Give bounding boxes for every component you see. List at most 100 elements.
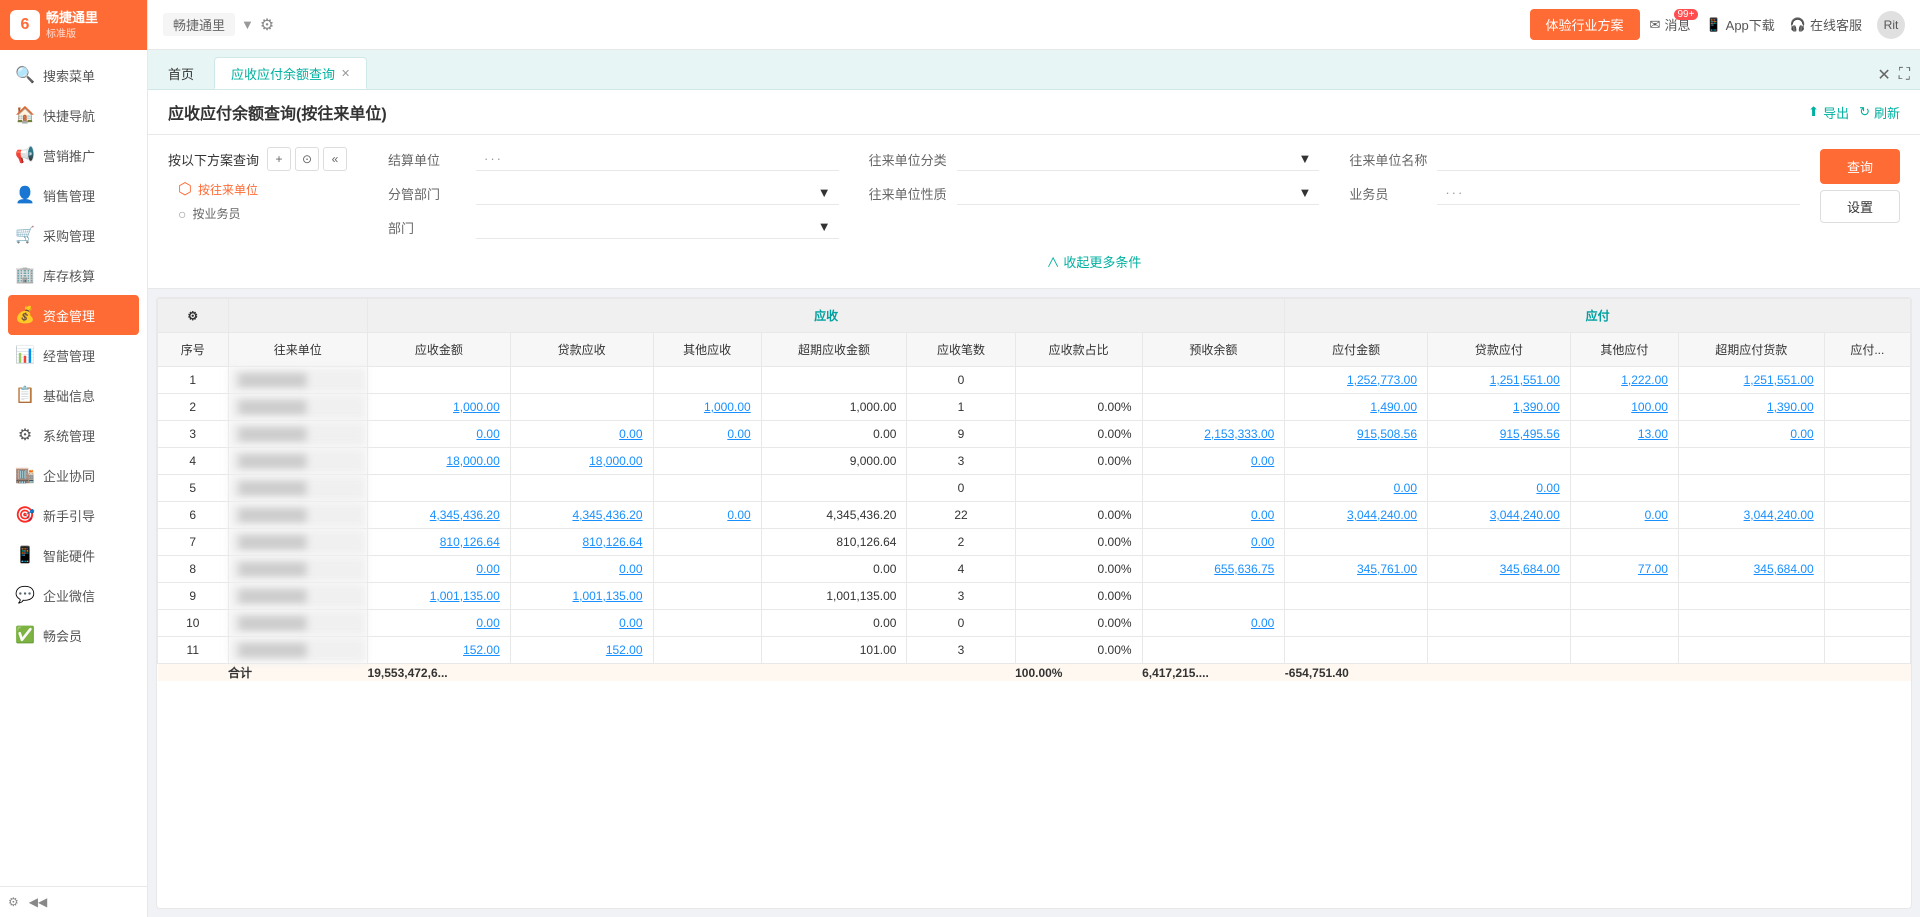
salesperson-input[interactable]: ··· — [1437, 181, 1800, 205]
cell-loan-payable[interactable]: 1,251,551.00 — [1428, 367, 1571, 394]
dept-manager-select[interactable]: ▼ — [476, 181, 839, 205]
cell-other-receive[interactable]: 0.00 — [653, 421, 761, 448]
sidebar-item-basic-info[interactable]: 📋 基础信息 — [0, 375, 147, 415]
settings-button[interactable]: 设置 — [1820, 190, 1900, 223]
scheme-by-salesperson[interactable]: ○ 按业务员 — [178, 205, 368, 222]
cell-loan-receive[interactable]: 0.00 — [510, 421, 653, 448]
cell-loan-receive[interactable]: 18,000.00 — [510, 448, 653, 475]
sidebar-item-sales[interactable]: 👤 销售管理 — [0, 175, 147, 215]
cell-overdue-payable[interactable]: 1,251,551.00 — [1678, 367, 1824, 394]
cell-overdue-payable[interactable]: 3,044,240.00 — [1678, 502, 1824, 529]
cell-loan-payable — [1428, 448, 1571, 475]
tab-bar: 首页 应收应付余额查询 ✕ ✕ ⛶ — [148, 50, 1920, 90]
cell-receive-amount[interactable]: 0.00 — [368, 556, 511, 583]
cell-prepay-balance[interactable]: 2,153,333.00 — [1142, 421, 1285, 448]
messages-btn[interactable]: ✉ 消息 99+ — [1650, 15, 1691, 34]
scheme-by-unit[interactable]: ⬡ 按往来单位 — [178, 179, 368, 199]
cell-loan-receive[interactable]: 0.00 — [510, 610, 653, 637]
cell-payable-amount[interactable]: 1,252,773.00 — [1285, 367, 1428, 394]
cell-other-receive[interactable]: 1,000.00 — [653, 394, 761, 421]
sidebar-item-finance[interactable]: 💰 资金管理 — [8, 295, 139, 335]
cell-receive-amount[interactable]: 1,001,135.00 — [368, 583, 511, 610]
sales-icon: 👤 — [15, 185, 35, 205]
sidebar-item-inventory[interactable]: 🏢 库存核算 — [0, 255, 147, 295]
sidebar-item-purchase[interactable]: 🛒 采购管理 — [0, 215, 147, 255]
tab-close-icon[interactable]: ✕ — [341, 67, 350, 80]
scheme-collapse-btn[interactable]: « — [323, 147, 347, 171]
refresh-btn[interactable]: ↻ 刷新 — [1859, 103, 1900, 122]
add-scheme-btn[interactable]: + — [267, 147, 291, 171]
tab-close-window-icon[interactable]: ✕ — [1877, 65, 1890, 85]
cell-receive-amount[interactable]: 0.00 — [368, 610, 511, 637]
cell-overdue-payable[interactable]: 0.00 — [1678, 421, 1824, 448]
department-select[interactable]: ▼ — [476, 215, 839, 239]
header-gear-icon[interactable]: ⚙ — [260, 15, 274, 35]
sidebar-collapse-btn[interactable]: ◀◀ — [29, 895, 47, 909]
cell-loan-receive[interactable]: 1,001,135.00 — [510, 583, 653, 610]
unit-name-input[interactable] — [1437, 147, 1800, 171]
cell-receive-count: 22 — [907, 502, 1015, 529]
cell-other-payable[interactable]: 0.00 — [1570, 502, 1678, 529]
cell-receive-amount[interactable]: 4,345,436.20 — [368, 502, 511, 529]
online-service-btn[interactable]: 🎧 在线客服 — [1790, 15, 1862, 34]
cell-other-receive[interactable]: 0.00 — [653, 502, 761, 529]
settlement-unit-input[interactable]: ··· — [476, 147, 839, 171]
sidebar-item-guide[interactable]: 🎯 新手引导 — [0, 495, 147, 535]
cell-loan-receive[interactable]: 152.00 — [510, 637, 653, 664]
sidebar-item-wechat[interactable]: 💬 企业微信 — [0, 575, 147, 615]
solution-btn[interactable]: 体验行业方案 — [1530, 9, 1640, 40]
cell-prepay-balance[interactable]: 0.00 — [1142, 448, 1285, 475]
cell-receive-amount[interactable]: 18,000.00 — [368, 448, 511, 475]
sidebar-item-member[interactable]: ✅ 畅会员 — [0, 615, 147, 655]
sidebar-settings-btn[interactable]: ⚙ — [8, 895, 19, 909]
cell-payable-amount[interactable]: 345,761.00 — [1285, 556, 1428, 583]
breadcrumb-arrow: ▼ — [241, 17, 254, 32]
sidebar-item-marketing[interactable]: 📢 营销推广 — [0, 135, 147, 175]
sidebar-item-search-menu[interactable]: 🔍 搜索菜单 — [0, 55, 147, 95]
cell-loan-payable[interactable]: 0.00 — [1428, 475, 1571, 502]
user-info[interactable]: Rit — [1877, 11, 1905, 39]
unit-nature-select[interactable]: ▼ — [957, 181, 1320, 205]
sidebar-item-system[interactable]: ⚙ 系统管理 — [0, 415, 147, 455]
collapse-btn[interactable]: ∧ 收起更多条件 — [388, 247, 1800, 276]
cell-receive-amount[interactable]: 1,000.00 — [368, 394, 511, 421]
cell-overdue-payable[interactable]: 345,684.00 — [1678, 556, 1824, 583]
cell-loan-payable[interactable]: 1,390.00 — [1428, 394, 1571, 421]
app-download-btn[interactable]: 📱 App下载 — [1705, 15, 1774, 34]
cell-loan-receive[interactable]: 0.00 — [510, 556, 653, 583]
cell-prepay-balance[interactable]: 0.00 — [1142, 502, 1285, 529]
tab-maximize-icon[interactable]: ⛶ — [1899, 66, 1910, 84]
cell-unit: ████████ — [228, 502, 368, 529]
cell-prepay-balance[interactable]: 0.00 — [1142, 610, 1285, 637]
cell-other-payable[interactable]: 1,222.00 — [1570, 367, 1678, 394]
sidebar-item-hardware[interactable]: 📱 智能硬件 — [0, 535, 147, 575]
cell-payable-amount[interactable]: 915,508.56 — [1285, 421, 1428, 448]
cell-receive-amount[interactable]: 0.00 — [368, 421, 511, 448]
sidebar-item-enterprise[interactable]: 🏬 企业协同 — [0, 455, 147, 495]
scheme-settings-btn[interactable]: ⊙ — [295, 147, 319, 171]
cell-prepay-balance[interactable]: 0.00 — [1142, 529, 1285, 556]
cell-loan-payable[interactable]: 3,044,240.00 — [1428, 502, 1571, 529]
export-btn[interactable]: ⬆ 导出 — [1808, 103, 1849, 122]
cell-loan-receive[interactable]: 4,345,436.20 — [510, 502, 653, 529]
cell-other-payable[interactable]: 100.00 — [1570, 394, 1678, 421]
sidebar-item-quick-nav[interactable]: 🏠 快捷导航 — [0, 95, 147, 135]
cell-loan-receive[interactable]: 810,126.64 — [510, 529, 653, 556]
cell-payable-amount[interactable]: 3,044,240.00 — [1285, 502, 1428, 529]
cell-overdue-payable[interactable]: 1,390.00 — [1678, 394, 1824, 421]
sidebar-item-label: 快捷导航 — [43, 106, 95, 125]
cell-loan-payable[interactable]: 345,684.00 — [1428, 556, 1571, 583]
cell-other-payable[interactable]: 77.00 — [1570, 556, 1678, 583]
cell-other-payable[interactable]: 13.00 — [1570, 421, 1678, 448]
cell-payable-amount[interactable]: 1,490.00 — [1285, 394, 1428, 421]
tab-home[interactable]: 首页 — [152, 57, 210, 89]
tab-receivable-query[interactable]: 应收应付余额查询 ✕ — [214, 57, 367, 89]
unit-category-select[interactable]: ▼ — [957, 147, 1320, 171]
cell-receive-amount[interactable]: 810,126.64 — [368, 529, 511, 556]
sidebar-item-operations[interactable]: 📊 经营管理 — [0, 335, 147, 375]
cell-payable-amount[interactable]: 0.00 — [1285, 475, 1428, 502]
cell-prepay-balance[interactable]: 655,636.75 — [1142, 556, 1285, 583]
query-button[interactable]: 查询 — [1820, 149, 1900, 184]
cell-loan-payable[interactable]: 915,495.56 — [1428, 421, 1571, 448]
cell-receive-amount[interactable]: 152.00 — [368, 637, 511, 664]
